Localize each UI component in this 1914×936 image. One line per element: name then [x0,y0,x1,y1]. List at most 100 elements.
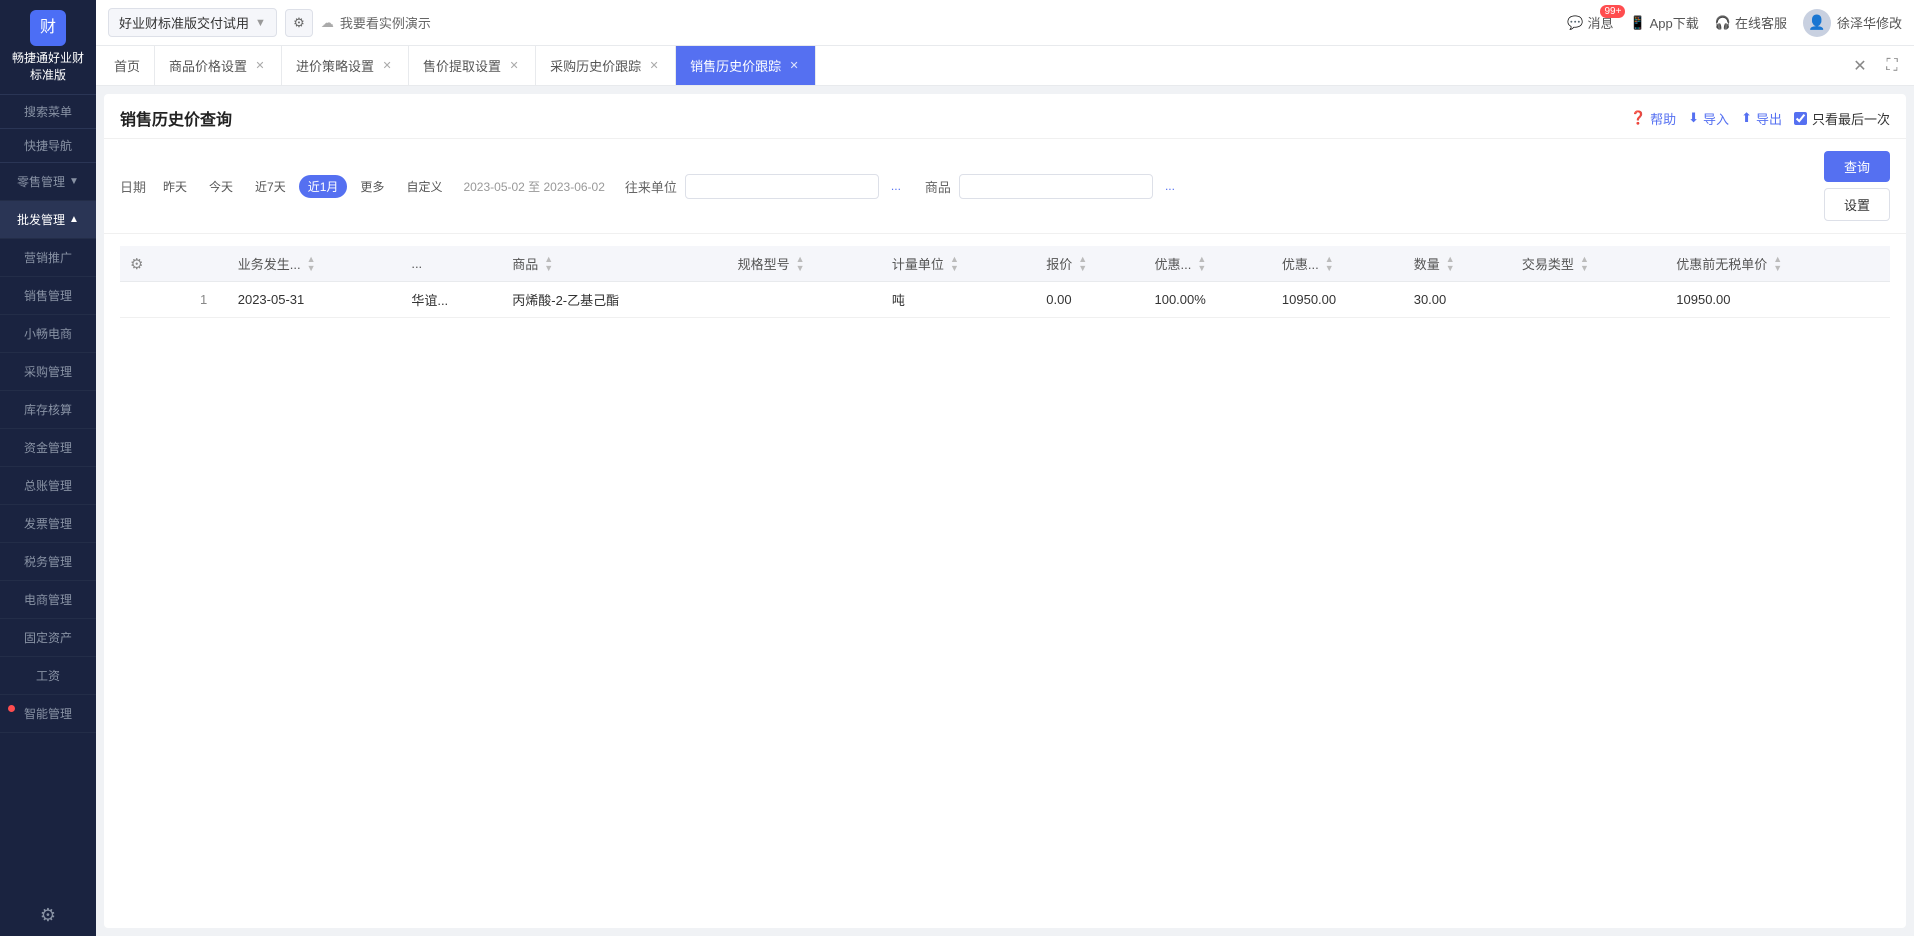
sidebar-quick-nav[interactable]: 快捷导航 [0,129,96,163]
th-qty[interactable]: 数量 ▲▼ [1404,246,1512,282]
product-filter-more[interactable]: ... [1161,179,1179,193]
tab-sales-history-close[interactable]: ✕ [787,59,801,73]
sidebar-item-invoice[interactable]: 发票管理 [0,505,96,543]
app-download-btn[interactable]: 📱 App下载 [1629,13,1698,32]
th-tax-price[interactable]: 优惠前无税单价 ▲▼ [1666,246,1890,282]
close-tab-btn[interactable]: ✕ [1846,52,1874,80]
help-link[interactable]: ❓ 帮助 [1630,109,1676,128]
fullscreen-tab-btn[interactable]: ⛶ [1878,52,1906,80]
th-discount2[interactable]: 优惠... ▲▼ [1272,246,1404,282]
th-tx-type-sort: ▲▼ [1580,255,1589,273]
demo-btn[interactable]: ☁ 我要看实例演示 [321,13,431,32]
product-filter-input[interactable] [959,174,1153,199]
export-label: 导出 [1756,109,1782,128]
query-btn[interactable]: 查询 [1824,151,1890,182]
th-discount1[interactable]: 优惠... ▲▼ [1144,246,1271,282]
date-filter-group: 日期 昨天 今天 近7天 近1月 更多 自定义 2023-05-02 至 202… [120,175,605,198]
help-label: 帮助 [1650,109,1676,128]
th-tax-price-sort: ▲▼ [1773,255,1782,273]
th-discount1-sort: ▲▼ [1197,255,1206,273]
date-btn-custom[interactable]: 自定义 [397,175,451,198]
tab-home[interactable]: 首页 [100,46,155,86]
import-link[interactable]: ⬇ 导入 [1688,109,1729,128]
th-more[interactable]: ... [401,246,502,282]
only-last-checkbox[interactable] [1794,112,1807,125]
logo-text-line1: 畅捷通好业财 [8,50,88,67]
tab-price-extract-close[interactable]: ✕ [507,59,521,73]
sidebar-item-sales[interactable]: 销售管理 [0,277,96,315]
tab-price-setting[interactable]: 商品价格设置 ✕ [155,46,282,86]
sidebar-item-salary[interactable]: 工资 [0,657,96,695]
tab-purchase-history[interactable]: 采购历史价跟踪 ✕ [536,46,676,86]
cell-spec [728,282,882,318]
cell-org: 华谊... [401,282,502,318]
sidebar: 财 畅捷通好业财 标准版 搜索菜单 快捷导航 零售管理 ▼ 批发管理 ▲ 营销推… [0,0,96,936]
sidebar-item-ecommerce-small[interactable]: 小畅电商 [0,315,96,353]
tab-purchase-history-close[interactable]: ✕ [647,59,661,73]
sidebar-item-ledger[interactable]: 总账管理 [0,467,96,505]
cell-date: 2023-05-31 [228,282,402,318]
th-price[interactable]: 报价 ▲▼ [1036,246,1144,282]
sidebar-item-inventory[interactable]: 库存核算 [0,391,96,429]
sidebar-item-ecommerce[interactable]: 电商管理 [0,581,96,619]
tab-sales-history[interactable]: 销售历史价跟踪 ✕ [676,46,816,86]
th-unit-sort: ▲▼ [950,255,959,273]
cell-product: 丙烯酸-2-乙基己酯 [502,282,727,318]
version-settings-btn[interactable]: ⚙ [285,9,313,37]
th-price-sort: ▲▼ [1078,255,1087,273]
inventory-label: 库存核算 [24,401,72,418]
page-header: 销售历史价查询 ❓ 帮助 ⬇ 导入 ⬆ 导出 只看最后一次 [104,94,1906,139]
tab-purchase-strategy-close[interactable]: ✕ [380,59,394,73]
table-settings-icon[interactable]: ⚙ [130,256,143,273]
import-label: 导入 [1703,109,1729,128]
date-btn-more[interactable]: 更多 [351,175,393,198]
online-service-btn[interactable]: 🎧 在线客服 [1715,13,1787,32]
th-unit[interactable]: 计量单位 ▲▼ [882,246,1036,282]
version-select[interactable]: 好业财标准版交付试用 ▼ [108,8,277,37]
user-info[interactable]: 👤 徐泽华修改 [1803,9,1902,37]
only-last-checkbox-item[interactable]: 只看最后一次 [1794,109,1890,128]
th-date-label: 业务发生... [238,254,301,273]
user-name: 徐泽华修改 [1837,13,1902,32]
sidebar-item-finance[interactable]: 资金管理 [0,429,96,467]
date-btn-yesterday[interactable]: 昨天 [154,175,196,198]
tab-price-setting-close[interactable]: ✕ [253,59,267,73]
th-discount2-sort: ▲▼ [1325,255,1334,273]
headset-icon: 🎧 [1715,15,1731,31]
tab-price-extract[interactable]: 售价提取设置 ✕ [409,46,536,86]
unit-filter-group: 往来单位 ... [625,174,905,199]
sidebar-item-fixed-assets[interactable]: 固定资产 [0,619,96,657]
tab-purchase-strategy[interactable]: 进价策略设置 ✕ [282,46,409,86]
th-date[interactable]: 业务发生... ▲▼ [228,246,402,282]
export-icon: ⬆ [1741,110,1752,126]
only-last-label: 只看最后一次 [1812,109,1890,128]
sidebar-item-marketing[interactable]: 营销推广 [0,239,96,277]
sidebar-settings-btn[interactable]: ⚙ [0,895,96,936]
sidebar-item-tax[interactable]: 税务管理 [0,543,96,581]
settings-config-btn[interactable]: 设置 [1824,188,1890,221]
th-date-sort: ▲▼ [307,255,316,273]
page-title: 销售历史价查询 [120,106,232,130]
sidebar-item-purchase[interactable]: 采购管理 [0,353,96,391]
top-bar-right: 💬 消息 99+ 📱 App下载 🎧 在线客服 👤 徐泽华修改 [1567,9,1902,37]
th-tx-type[interactable]: 交易类型 ▲▼ [1512,246,1666,282]
date-btn-1month[interactable]: 近1月 [299,175,348,198]
sidebar-search-menu[interactable]: 搜索菜单 [0,95,96,129]
date-btn-7days[interactable]: 近7天 [246,175,295,198]
sidebar-item-retail[interactable]: 零售管理 ▼ [0,163,96,201]
sidebar-item-wholesale[interactable]: 批发管理 ▲ [0,201,96,239]
logo-text-line2: 标准版 [8,67,88,84]
sidebar-item-smart[interactable]: 智能管理 [0,695,96,733]
date-btn-today[interactable]: 今天 [200,175,242,198]
th-spec[interactable]: 规格型号 ▲▼ [728,246,882,282]
filter-area: 日期 昨天 今天 近7天 近1月 更多 自定义 2023-05-02 至 202… [104,139,1906,234]
message-btn[interactable]: 💬 消息 99+ [1567,13,1613,32]
unit-filter-more[interactable]: ... [887,179,905,193]
salary-label: 工资 [36,667,60,684]
tabs-bar: 首页 商品价格设置 ✕ 进价策略设置 ✕ 售价提取设置 ✕ 采购历史价跟踪 ✕ … [96,46,1914,86]
th-product[interactable]: 商品 ▲▼ [502,246,727,282]
unit-filter-input[interactable] [685,174,879,199]
export-link[interactable]: ⬆ 导出 [1741,109,1782,128]
cell-num: 1 [179,282,227,318]
th-qty-label: 数量 [1414,254,1440,273]
